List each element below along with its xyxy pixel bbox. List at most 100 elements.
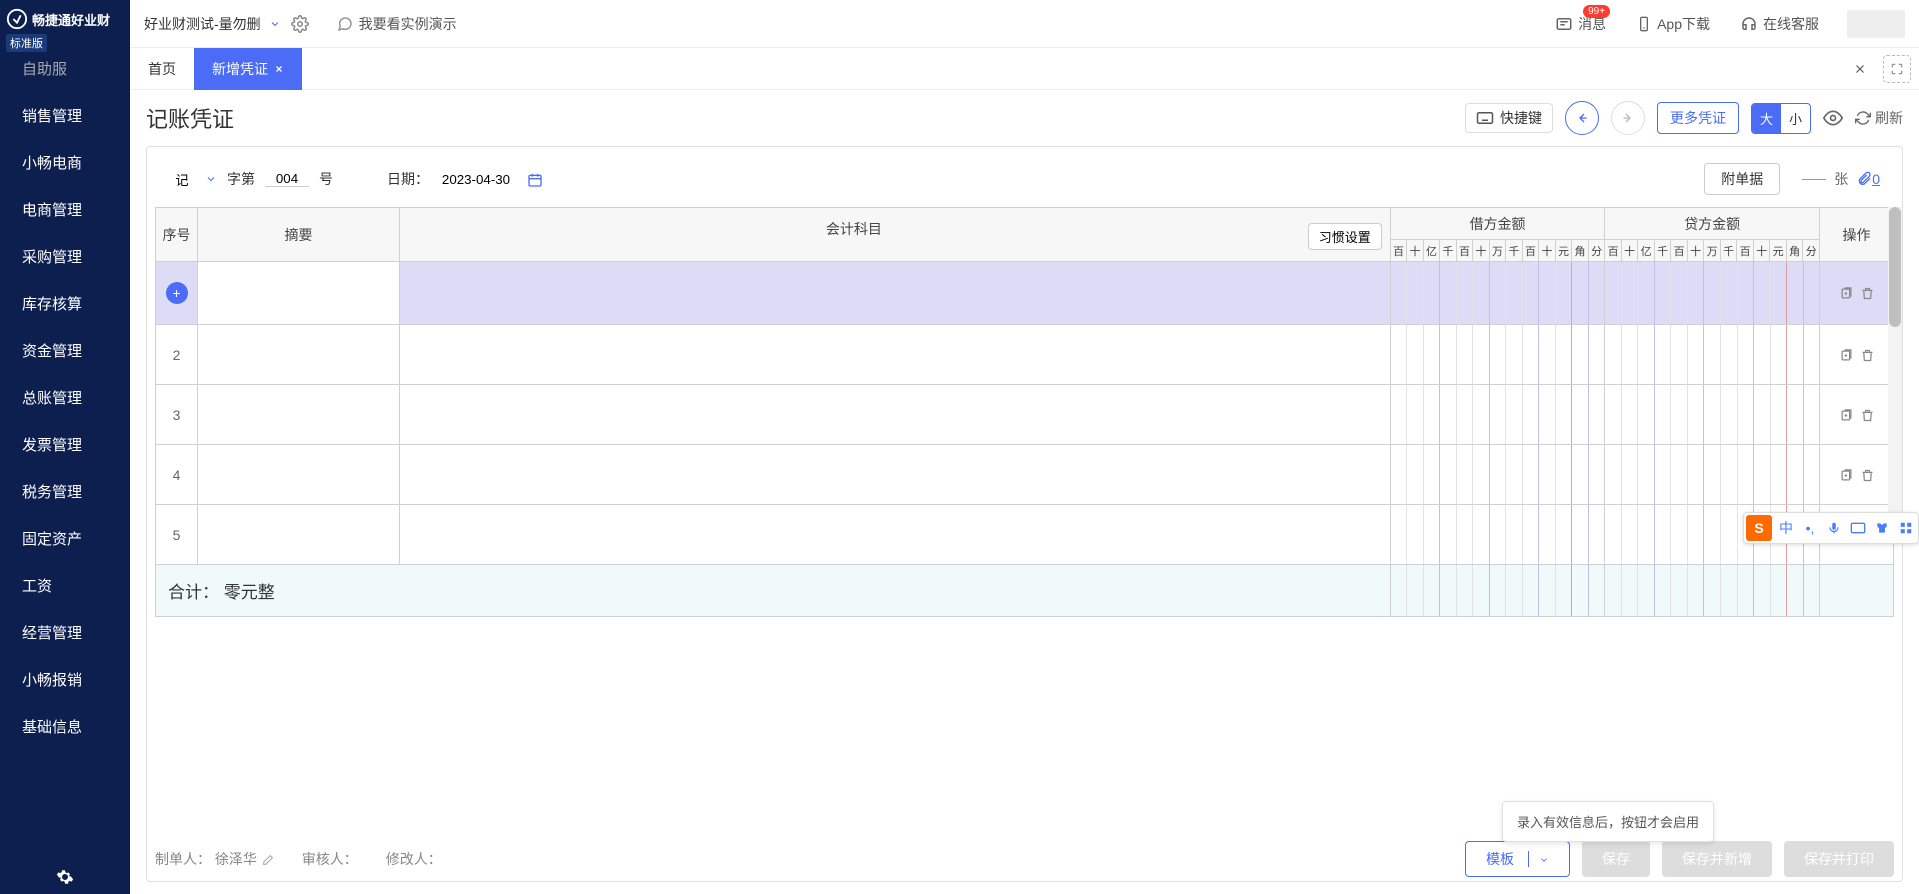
voucher-code-input[interactable] [169,172,195,187]
sidebar-item-inventory[interactable]: 库存核算 [0,280,130,327]
close-all-tabs-button[interactable] [1845,54,1875,84]
keyboard-icon [1476,111,1494,125]
size-small-button[interactable]: 小 [1781,104,1810,133]
ime-lang[interactable]: 中 [1774,516,1798,540]
ime-toolbar[interactable]: S 中 •, [1743,512,1919,544]
project-settings-button[interactable] [291,14,309,32]
ime-skin-icon[interactable] [1870,516,1894,540]
table-row[interactable]: 3 [156,385,1894,445]
copy-row-icon[interactable] [1839,348,1854,363]
tab-home[interactable]: 首页 [130,48,194,90]
close-icon[interactable] [274,64,284,74]
summary-input[interactable] [200,264,397,319]
delete-row-icon[interactable] [1860,286,1875,301]
service-button[interactable]: 在线客服 [1740,14,1819,34]
summary-cell[interactable] [198,445,400,505]
subject-cell[interactable] [400,505,1391,565]
project-selector[interactable]: 好业财测试-量勿删 [144,14,281,34]
sidebar-item-reimburse[interactable]: 小畅报销 [0,656,130,703]
next-voucher-button[interactable] [1611,101,1645,135]
sidebar-item-xiaochang-ec[interactable]: 小畅电商 [0,139,130,186]
seq-cell: + [156,262,198,325]
visibility-button[interactable] [1823,108,1843,128]
more-voucher-button[interactable]: 更多凭证 [1657,102,1739,134]
attach-count: 0 [1872,171,1880,187]
avatar[interactable] [1847,10,1905,38]
credit-cell[interactable] [1605,445,1820,505]
debit-cell[interactable] [1390,505,1605,565]
message-icon [1555,15,1573,33]
attach-count-input[interactable] [1802,179,1826,180]
subject-cell[interactable] [400,262,1391,325]
date-label: 日期： [387,169,429,189]
summary-cell[interactable] [198,385,400,445]
ime-menu-icon[interactable] [1894,516,1918,540]
summary-cell[interactable] [198,262,400,325]
gear-icon [56,868,74,886]
sidebar-settings[interactable] [0,860,130,894]
habit-settings-button[interactable]: 习惯设置 [1308,223,1382,250]
copy-row-icon[interactable] [1839,408,1854,423]
prev-voucher-button[interactable] [1565,101,1599,135]
table-row[interactable]: + [156,262,1894,325]
sidebar-item-partial[interactable]: 自助服 [0,58,130,92]
copy-row-icon[interactable] [1839,286,1854,301]
save-print-button: 保存并打印 [1784,841,1894,877]
summary-cell[interactable] [198,505,400,565]
sidebar-item-sales[interactable]: 销售管理 [0,92,130,139]
attachment-link-button[interactable]: 0 [1856,171,1880,187]
credit-cell[interactable] [1605,262,1820,325]
message-button[interactable]: 消息 99+ [1555,14,1606,34]
scrollbar-track[interactable] [1888,207,1902,527]
table-row[interactable]: 5 [156,505,1894,565]
subject-cell[interactable] [400,325,1391,385]
digit-header: 万 [1489,240,1506,262]
delete-row-icon[interactable] [1860,468,1875,483]
delete-row-icon[interactable] [1860,408,1875,423]
debit-cell[interactable] [1390,262,1605,325]
sidebar-item-fixed-assets[interactable]: 固定资产 [0,515,130,562]
shortcut-button[interactable]: 快捷键 [1465,103,1553,133]
sidebar-item-operations[interactable]: 经营管理 [0,609,130,656]
table-row[interactable]: 4 [156,445,1894,505]
subject-cell[interactable] [400,445,1391,505]
add-row-button[interactable]: + [166,282,188,304]
sidebar-item-funds[interactable]: 资金管理 [0,327,130,374]
ime-keyboard-icon[interactable] [1846,516,1870,540]
ime-punct-icon[interactable]: •, [1798,516,1822,540]
service-label: 在线客服 [1763,14,1819,34]
attach-button[interactable]: 附单据 [1704,163,1780,195]
credit-cell[interactable] [1605,385,1820,445]
sidebar-item-salary[interactable]: 工资 [0,562,130,609]
sidebar-item-basic-info[interactable]: 基础信息 [0,703,130,750]
sidebar-item-purchase[interactable]: 采购管理 [0,233,130,280]
seq-cell: 3 [156,385,198,445]
ime-mic-icon[interactable] [1822,516,1846,540]
sidebar-item-tax[interactable]: 税务管理 [0,468,130,515]
sidebar-item-ecommerce[interactable]: 电商管理 [0,186,130,233]
voucher-number-input[interactable] [265,171,309,187]
debit-cell[interactable] [1390,325,1605,385]
date-input[interactable] [429,172,523,187]
debit-cell[interactable] [1390,445,1605,505]
template-button[interactable]: 模板 [1465,841,1570,877]
subject-cell[interactable] [400,385,1391,445]
copy-row-icon[interactable] [1839,468,1854,483]
size-large-button[interactable]: 大 [1752,104,1781,133]
demo-link[interactable]: 我要看实例演示 [337,14,457,34]
tab-new-voucher[interactable]: 新增凭证 [194,48,302,90]
sidebar-item-ledger[interactable]: 总账管理 [0,374,130,421]
sidebar-item-invoice[interactable]: 发票管理 [0,421,130,468]
calendar-button[interactable] [527,170,543,187]
app-download-button[interactable]: App下载 [1636,14,1710,34]
table-row[interactable]: 2 [156,325,1894,385]
edit-maker-button[interactable] [261,854,274,867]
delete-row-icon[interactable] [1860,348,1875,363]
fullscreen-button[interactable] [1883,55,1911,83]
credit-cell[interactable] [1605,325,1820,385]
refresh-button[interactable]: 刷新 [1855,108,1903,128]
summary-cell[interactable] [198,325,400,385]
debit-cell[interactable] [1390,385,1605,445]
scrollbar-thumb[interactable] [1889,207,1901,327]
chevron-down-icon[interactable] [205,173,217,185]
